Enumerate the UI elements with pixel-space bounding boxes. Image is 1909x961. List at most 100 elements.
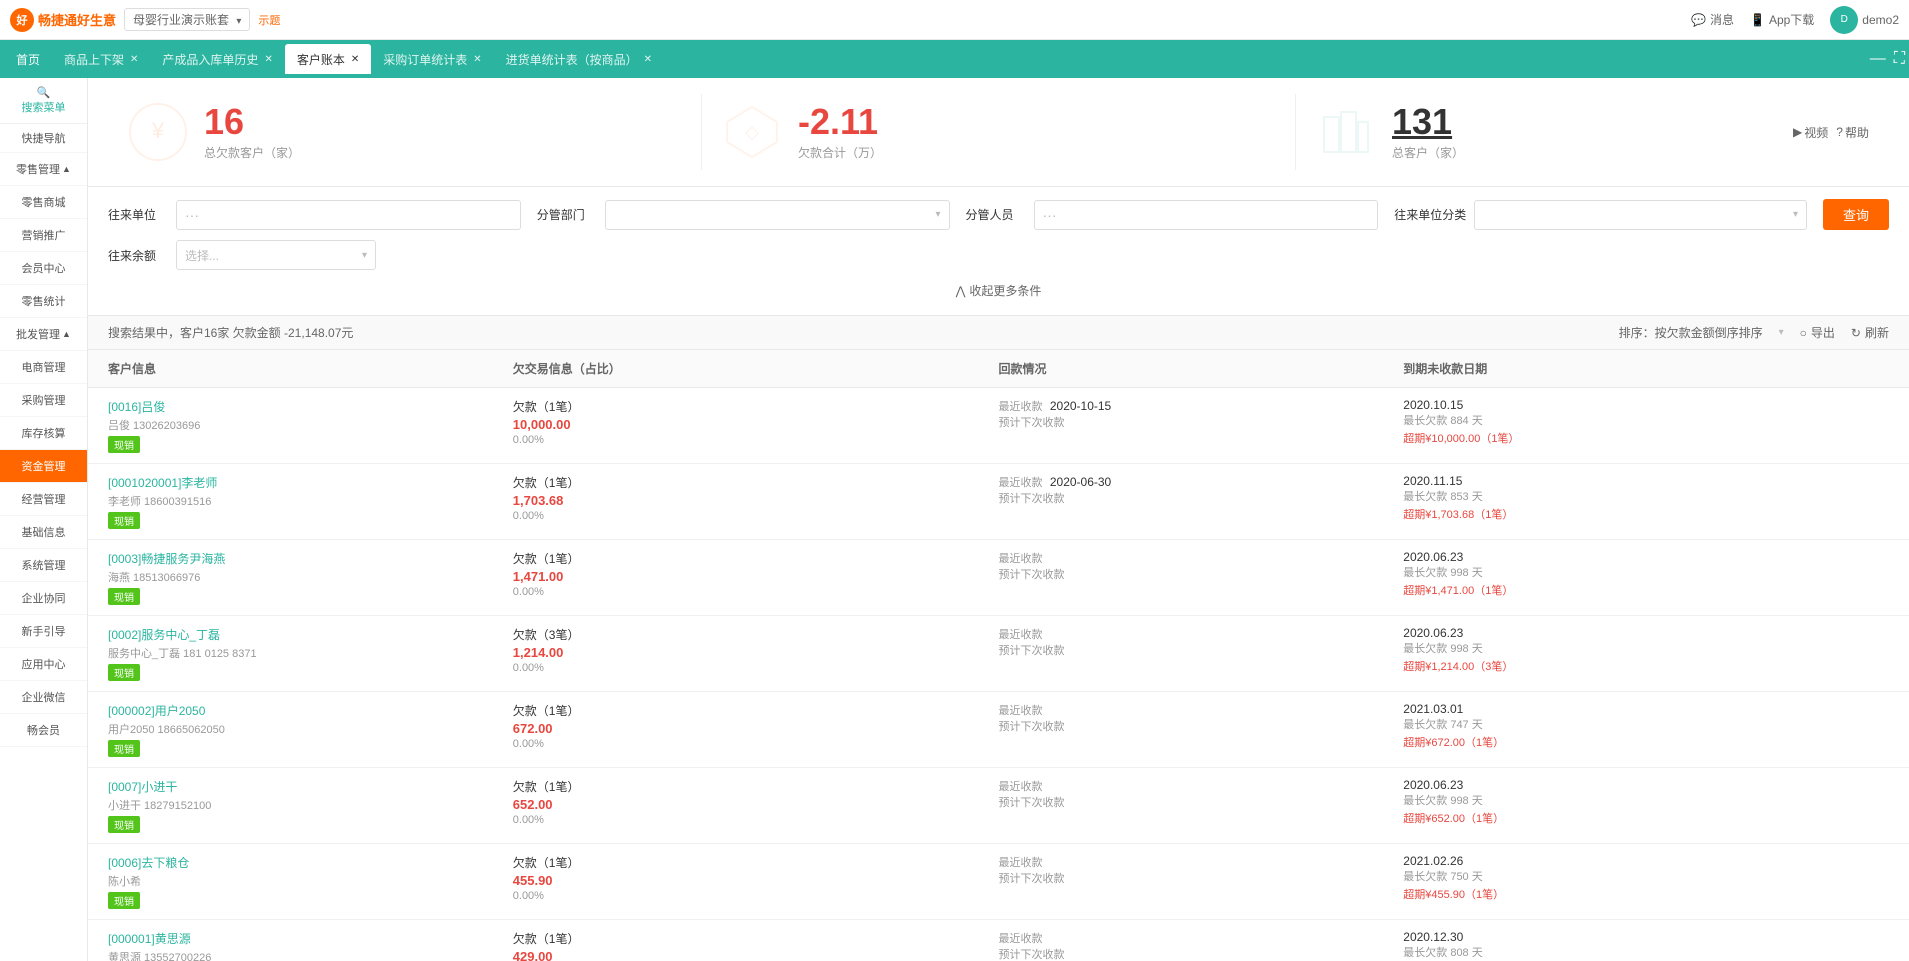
- collapse-label: 收起更多条件: [969, 282, 1041, 299]
- sidebar-item-enterprise[interactable]: 企业协同: [0, 582, 87, 615]
- svg-text:◇: ◇: [745, 122, 759, 142]
- col-date-6: 2021.02.26 最长欠款 750 天 超期¥455.90（1笔）: [1403, 854, 1889, 902]
- collapse-icon: ⋀: [956, 284, 966, 298]
- app-download-btn[interactable]: 📱 App下载: [1750, 11, 1814, 28]
- overdue-text-1[interactable]: 超期¥1,703.68（1笔）: [1403, 506, 1889, 522]
- tab-2-close[interactable]: ✕: [264, 54, 272, 65]
- tab-maximize-btn[interactable]: ⛶: [1894, 50, 1905, 68]
- sidebar-item-vip[interactable]: 畅会员: [0, 714, 87, 747]
- customer-name-1[interactable]: [0001020001]李老师: [108, 476, 217, 490]
- customer-phone-4: 用户2050 18665062050: [108, 721, 513, 737]
- sidebar-quick-nav-label: 快捷导航: [22, 133, 66, 145]
- filter-coming-unit-label: 往来单位: [108, 206, 168, 223]
- tab-home-label: 首页: [16, 53, 40, 67]
- tab-5-close[interactable]: ✕: [644, 54, 652, 65]
- collapse-btn[interactable]: ⋀ 收起更多条件: [944, 278, 1054, 303]
- tab-4-close[interactable]: ✕: [473, 54, 481, 65]
- sidebar-item-retail-mgmt-arrow: ▲: [62, 164, 71, 174]
- return-next-5: 预计下次收款: [999, 794, 1404, 810]
- filter-manager-label: 分管人员: [966, 206, 1026, 223]
- filter-balance-arrow: ▾: [362, 250, 367, 261]
- tab-1[interactable]: 商品上下架 ✕: [52, 44, 150, 74]
- sidebar-quick-nav[interactable]: 快捷导航: [0, 124, 87, 153]
- tab-5[interactable]: 进货单统计表（按商品） ✕: [494, 44, 664, 74]
- customer-phone-0: 吕俊 13026203696: [108, 417, 513, 433]
- sidebar-item-wholesale-mgmt[interactable]: 批发管理 ▲: [0, 318, 87, 351]
- return-next-3: 预计下次收款: [999, 642, 1404, 658]
- tab-4[interactable]: 采购订单统计表 ✕: [371, 44, 493, 74]
- user-area[interactable]: D demo2: [1830, 6, 1899, 34]
- main-layout: 🔍 搜索菜单 快捷导航 零售管理 ▲ 零售商城 营销推广 会员中心 零售统计 批…: [0, 78, 1909, 961]
- svg-text:¥: ¥: [151, 118, 165, 143]
- due-date-6: 2021.02.26: [1403, 854, 1889, 868]
- tab-3-close[interactable]: ✕: [351, 54, 359, 65]
- sidebar-search[interactable]: 🔍 搜索菜单: [0, 78, 87, 124]
- sidebar-item-basic-info[interactable]: 基础信息: [0, 516, 87, 549]
- filter-unit-type-select[interactable]: ▾: [1474, 200, 1807, 230]
- overdue-text-5[interactable]: 超期¥652.00（1笔）: [1403, 810, 1889, 826]
- sidebar-item-ecommerce[interactable]: 电商管理: [0, 351, 87, 384]
- customer-name-6[interactable]: [0006]去下粮仓: [108, 856, 189, 870]
- customer-name-7[interactable]: [000001]黄思源: [108, 932, 191, 946]
- customer-name-5[interactable]: [0007]小进干: [108, 780, 177, 794]
- refresh-btn[interactable]: ↻ 刷新: [1851, 324, 1889, 341]
- logo-text: 畅捷通好生意: [38, 10, 116, 29]
- overdue-text-3[interactable]: 超期¥1,214.00（3笔）: [1403, 658, 1889, 674]
- results-right: 排序：按欠款金额倒序排序 ▾ ○ 导出 ↻ 刷新: [1619, 324, 1889, 341]
- customer-name-2[interactable]: [0003]畅捷服务尹海燕: [108, 552, 225, 566]
- filter-unit-type-label: 往来单位分类: [1394, 206, 1466, 223]
- tab-minimize-btn[interactable]: —: [1870, 50, 1886, 68]
- sidebar-item-purchase-mgmt-label: 采购管理: [22, 395, 66, 407]
- video-btn[interactable]: ▶ 视频: [1793, 124, 1828, 141]
- sidebar-item-member-center-label: 会员中心: [22, 263, 66, 275]
- filter-manager: 分管人员 ···: [966, 200, 1379, 230]
- customer-tag-5: 现销: [108, 816, 140, 833]
- overdue-text-0[interactable]: 超期¥10,000.00（1笔）: [1403, 430, 1889, 446]
- query-button[interactable]: 查询: [1823, 199, 1889, 230]
- customer-name-3[interactable]: [0002]服务中心_丁磊: [108, 628, 220, 642]
- sidebar-search-label: 搜索菜单: [8, 99, 79, 115]
- tab-3-label: 客户账本: [297, 51, 345, 68]
- sidebar-item-inventory[interactable]: 库存核算: [0, 417, 87, 450]
- tab-3[interactable]: 客户账本 ✕: [285, 44, 371, 74]
- max-overdue-6: 最长欠款 750 天: [1403, 868, 1889, 884]
- overdue-text-2[interactable]: 超期¥1,471.00（1笔）: [1403, 582, 1889, 598]
- logo-icon: 好: [10, 8, 34, 32]
- export-btn[interactable]: ○ 导出: [1800, 324, 1835, 341]
- sidebar-item-vip-label: 畅会员: [27, 725, 60, 737]
- top-left: 好 畅捷通好生意 母婴行业演示账套 ▾ 示题: [10, 8, 280, 32]
- overdue-text-6[interactable]: 超期¥455.90（1笔）: [1403, 886, 1889, 902]
- customer-name-0[interactable]: [0016]吕俊: [108, 400, 165, 414]
- sidebar-item-wechat[interactable]: 企业微信: [0, 681, 87, 714]
- col-debt-2: 欠款（1笔） 1,471.00 0.00%: [513, 550, 999, 598]
- tab-home[interactable]: 首页: [4, 51, 52, 68]
- message-btn[interactable]: 💬 消息: [1691, 11, 1734, 28]
- content-area: ¥ 16 总欠款客户（家） ◇ -2.11 欠款合计（万）: [88, 78, 1909, 961]
- filter-dept: 分管部门 ▾: [537, 200, 950, 230]
- filter-dept-select[interactable]: ▾: [605, 200, 950, 230]
- sidebar-item-newbie[interactable]: 新手引导: [0, 615, 87, 648]
- sidebar-item-finance[interactable]: 资金管理: [0, 450, 87, 483]
- sidebar-item-retail-mgmt[interactable]: 零售管理 ▲: [0, 153, 87, 186]
- filter-manager-input[interactable]: ···: [1034, 200, 1379, 230]
- tab-1-close[interactable]: ✕: [130, 54, 138, 65]
- sidebar-item-app-center[interactable]: 应用中心: [0, 648, 87, 681]
- sidebar-item-marketing-label: 营销推广: [22, 230, 66, 242]
- overdue-text-4[interactable]: 超期¥672.00（1笔）: [1403, 734, 1889, 750]
- sidebar-item-marketing[interactable]: 营销推广: [0, 219, 87, 252]
- sidebar-item-retail-stats[interactable]: 零售统计: [0, 285, 87, 318]
- sidebar-item-retail-mall[interactable]: 零售商城: [0, 186, 87, 219]
- sidebar-item-purchase-mgmt[interactable]: 采购管理: [0, 384, 87, 417]
- col-header-return: 回款情况: [999, 360, 1404, 377]
- customer-name-4[interactable]: [000002]用户2050: [108, 704, 205, 718]
- filter-coming-unit-input[interactable]: ···: [176, 200, 521, 230]
- sidebar-item-operations[interactable]: 经营管理: [0, 483, 87, 516]
- sidebar-item-system[interactable]: 系统管理: [0, 549, 87, 582]
- company-selector[interactable]: 母婴行业演示账套 ▾: [124, 8, 250, 31]
- filter-balance-select[interactable]: 选择... ▾: [176, 240, 376, 270]
- return-info-5: 最近收款: [999, 778, 1404, 794]
- col-customer-1: [0001020001]李老师 李老师 18600391516 现销: [108, 474, 513, 529]
- tab-2[interactable]: 产成品入库单历史 ✕: [150, 44, 284, 74]
- sidebar-item-member-center[interactable]: 会员中心: [0, 252, 87, 285]
- help-btn[interactable]: ? 帮助: [1836, 124, 1869, 141]
